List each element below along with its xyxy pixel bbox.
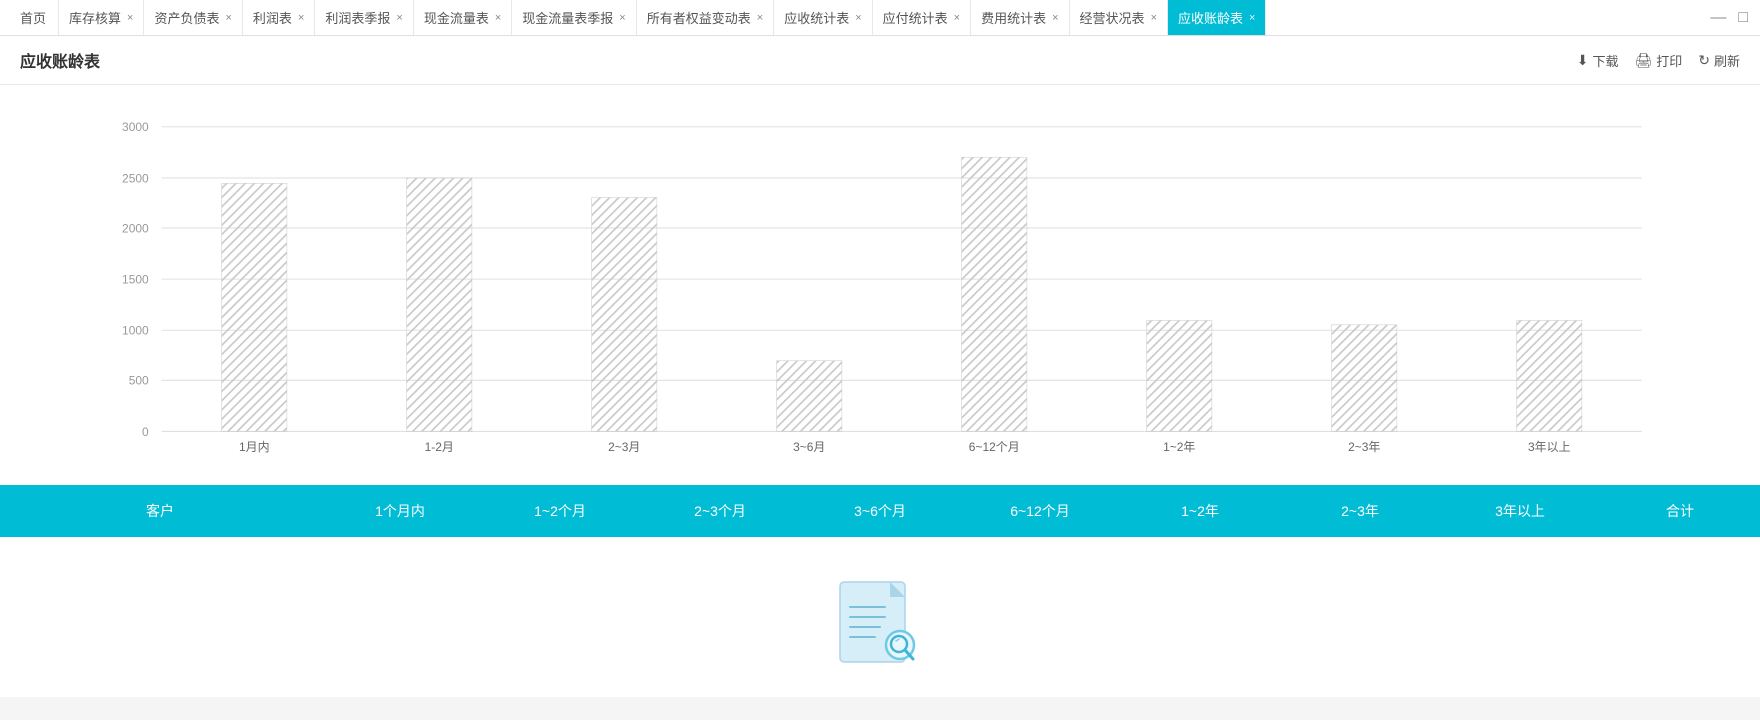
x-label-5: 6~12个月 — [969, 440, 1020, 454]
col-header-2-3m: 2~3个月 — [640, 501, 800, 521]
tab-profit[interactable]: 利润表 × — [243, 0, 315, 36]
tab-equity[interactable]: 所有者权益变动表 × — [637, 0, 774, 36]
y-label-0: 0 — [142, 425, 149, 439]
download-label: 下载 — [1592, 51, 1618, 70]
bar-chart: 3000 2500 2000 1500 1000 500 0 1月内 — [40, 105, 1720, 475]
col-header-3-6m: 3~6个月 — [800, 501, 960, 521]
tab-ar-stats[interactable]: 应收统计表 × — [774, 0, 872, 36]
close-balance-sheet-icon[interactable]: × — [225, 12, 231, 24]
bar-5-6-12 — [962, 157, 1027, 431]
bar-3-2-3yue — [592, 198, 657, 432]
refresh-button[interactable]: ↻ 刷新 — [1698, 51, 1740, 70]
tab-cashflow-quarter-label: 现金流量表季报 — [522, 8, 613, 27]
close-profit-icon[interactable]: × — [298, 12, 304, 24]
table-header: 客户 1个月内 1~2个月 2~3个月 3~6个月 6~12个月 1~2年 2~… — [0, 485, 1760, 537]
empty-illustration — [825, 577, 935, 677]
home-tab-label: 首页 — [20, 8, 46, 27]
tab-inventory[interactable]: 库存核算 × — [59, 0, 144, 36]
refresh-icon: ↻ — [1698, 52, 1710, 69]
col-header-1-2m: 1~2个月 — [480, 501, 640, 521]
tab-cashflow[interactable]: 现金流量表 × — [414, 0, 512, 36]
y-label-1000: 1000 — [122, 324, 149, 338]
x-label-2: 1-2月 — [425, 440, 454, 454]
close-ar-stats-icon[interactable]: × — [855, 12, 861, 24]
print-icon: 🖨 — [1634, 52, 1652, 69]
col-header-3yplus: 3年以上 — [1440, 501, 1600, 521]
tab-expense-stats-label: 费用统计表 — [981, 8, 1046, 27]
tab-profit-quarter-label: 利润表季报 — [325, 8, 390, 27]
tab-profit-label: 利润表 — [253, 8, 292, 27]
x-label-3: 2~3月 — [608, 440, 640, 454]
print-label: 打印 — [1656, 51, 1682, 70]
y-label-3000: 3000 — [122, 120, 149, 134]
col-header-6-12m: 6~12个月 — [960, 501, 1120, 521]
x-label-7: 2~3年 — [1348, 440, 1380, 454]
chart-area: 3000 2500 2000 1500 1000 500 0 1月内 — [0, 85, 1760, 485]
tab-bar: 首页 库存核算 × 资产负债表 × 利润表 × 利润表季报 × 现金流量表 × … — [0, 0, 1760, 36]
empty-doc-icon — [820, 577, 940, 677]
page-title: 应收账龄表 — [20, 48, 100, 72]
close-cashflow-quarter-icon[interactable]: × — [619, 12, 625, 24]
y-label-500: 500 — [129, 374, 149, 388]
bar-1-yuenei — [222, 183, 287, 431]
close-operation-icon[interactable]: × — [1151, 12, 1157, 24]
refresh-label: 刷新 — [1714, 51, 1740, 70]
close-profit-quarter-icon[interactable]: × — [396, 12, 402, 24]
bar-8-3nianplus — [1517, 320, 1582, 431]
close-ap-stats-icon[interactable]: × — [954, 12, 960, 24]
close-inventory-icon[interactable]: × — [127, 12, 133, 24]
col-header-total: 合计 — [1600, 501, 1760, 521]
bar-7-2-3nian — [1332, 325, 1397, 432]
tab-ap-stats[interactable]: 应付统计表 × — [873, 0, 971, 36]
tab-balance-sheet[interactable]: 资产负债表 × — [144, 0, 242, 36]
bar-6-1-2nian — [1147, 320, 1212, 431]
col-header-1m: 1个月内 — [320, 501, 480, 521]
y-label-2000: 2000 — [122, 221, 149, 235]
close-ar-aging-icon[interactable]: × — [1249, 12, 1255, 24]
close-expense-stats-icon[interactable]: × — [1052, 12, 1058, 24]
col-header-1-2y: 1~2年 — [1120, 501, 1280, 521]
tab-profit-quarter[interactable]: 利润表季报 × — [315, 0, 413, 36]
x-label-4: 3~6月 — [793, 440, 825, 454]
tab-home[interactable]: 首页 — [8, 0, 59, 36]
tab-operation[interactable]: 经营状况表 × — [1070, 0, 1168, 36]
x-label-8: 3年以上 — [1528, 440, 1571, 454]
download-button[interactable]: ⬇ 下载 — [1577, 51, 1619, 70]
header-actions: ⬇ 下载 🖨 打印 ↻ 刷新 — [1577, 51, 1740, 70]
minimize-icon[interactable]: — — [1706, 7, 1730, 29]
tab-cashflow-quarter[interactable]: 现金流量表季报 × — [512, 0, 636, 36]
tab-equity-label: 所有者权益变动表 — [647, 8, 751, 27]
maximize-icon[interactable]: □ — [1734, 7, 1752, 29]
page-header: 应收账龄表 ⬇ 下载 🖨 打印 ↻ 刷新 — [0, 36, 1760, 85]
close-equity-icon[interactable]: × — [757, 12, 763, 24]
bar-2-1-2yue — [407, 178, 472, 432]
tab-balance-sheet-label: 资产负债表 — [154, 8, 219, 27]
tab-ar-aging[interactable]: 应收账龄表 × — [1168, 0, 1266, 36]
print-button[interactable]: 🖨 打印 — [1634, 51, 1682, 70]
tab-ar-stats-label: 应收统计表 — [784, 8, 849, 27]
tab-expense-stats[interactable]: 费用统计表 × — [971, 0, 1069, 36]
tab-ap-stats-label: 应付统计表 — [883, 8, 948, 27]
col-header-2-3y: 2~3年 — [1280, 501, 1440, 521]
col-header-customer: 客户 — [0, 501, 320, 521]
window-controls: — □ — [1706, 7, 1752, 29]
download-icon: ⬇ — [1577, 52, 1589, 69]
tab-operation-label: 经营状况表 — [1080, 8, 1145, 27]
tab-inventory-label: 库存核算 — [69, 8, 121, 27]
close-cashflow-icon[interactable]: × — [495, 12, 501, 24]
x-label-6: 1~2年 — [1163, 440, 1195, 454]
y-label-2500: 2500 — [122, 171, 149, 185]
tab-cashflow-label: 现金流量表 — [424, 8, 489, 27]
empty-state — [0, 537, 1760, 697]
x-label-1: 1月内 — [239, 440, 270, 454]
main-content: 3000 2500 2000 1500 1000 500 0 1月内 — [0, 85, 1760, 697]
tab-ar-aging-label: 应收账龄表 — [1178, 8, 1243, 27]
y-label-1500: 1500 — [122, 272, 149, 286]
bar-4-3-6yue — [777, 361, 842, 432]
